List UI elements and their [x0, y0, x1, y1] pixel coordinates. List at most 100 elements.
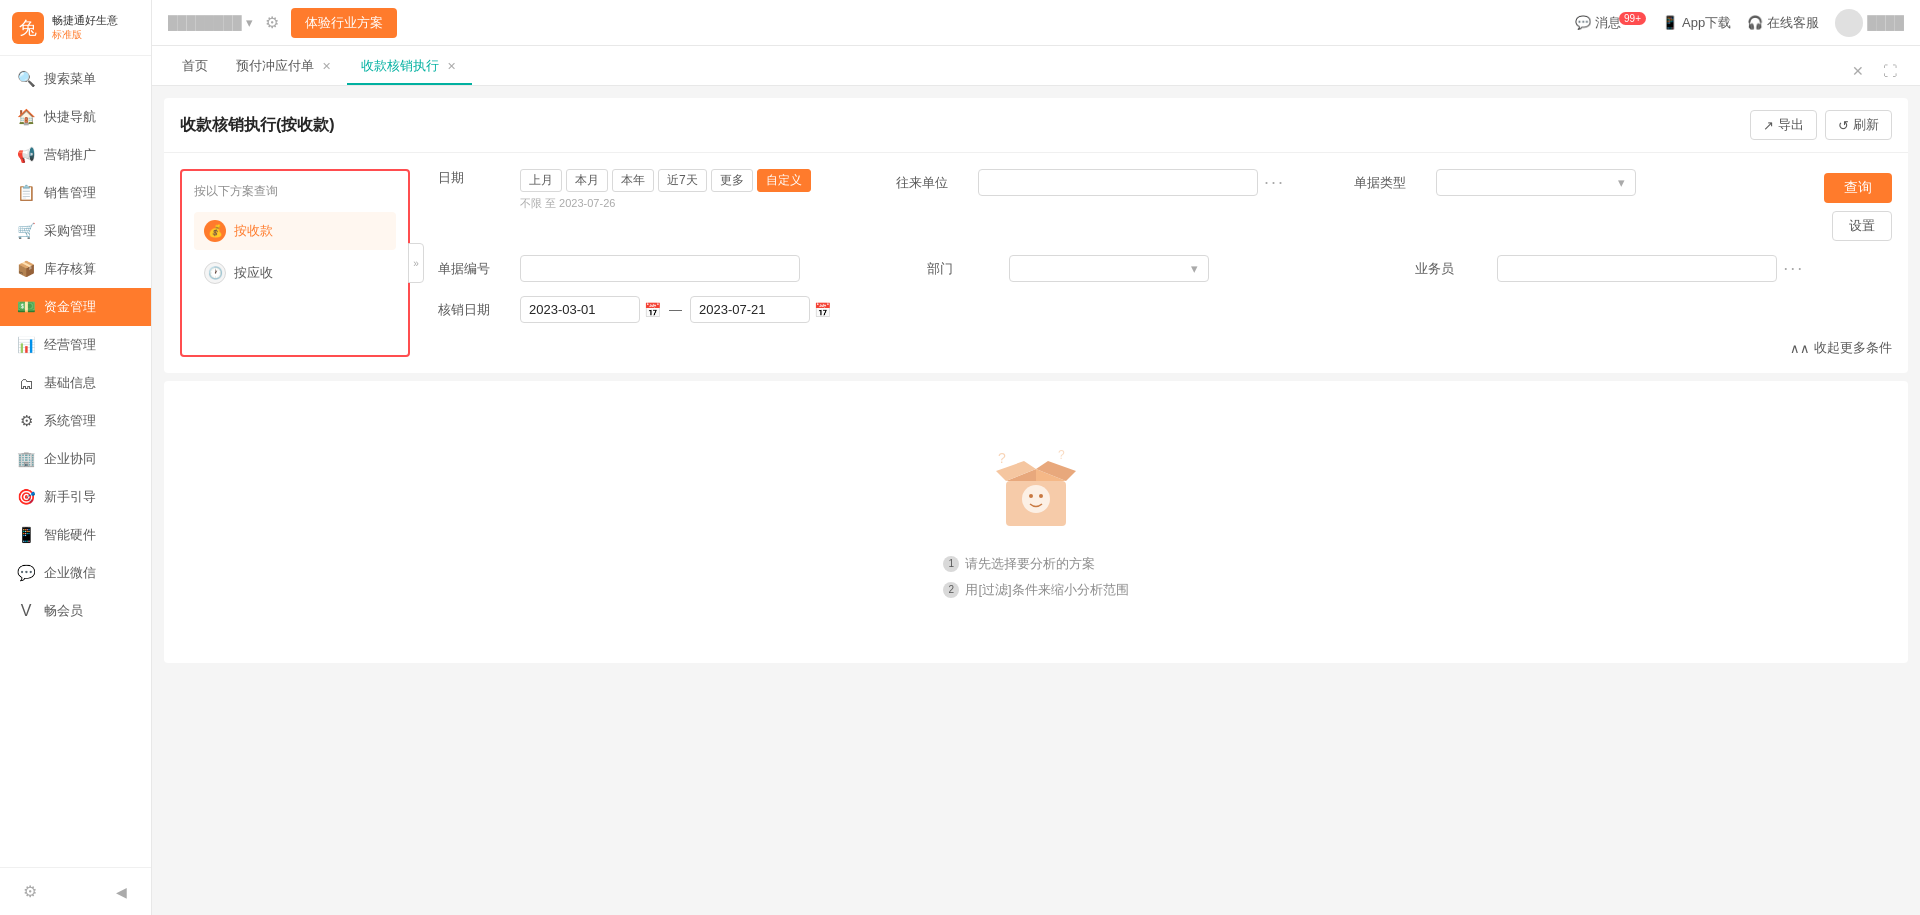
scheme-collapse-btn[interactable]: » — [408, 243, 424, 283]
date-btn-more[interactable]: 更多 — [711, 169, 753, 192]
refresh-btn[interactable]: ↺ 刷新 — [1825, 110, 1892, 140]
filter-panel: 按以下方案查询 💰 按收款 🕐 按应收 » — [164, 153, 1908, 373]
filter-section-panel: 按以下方案查询 💰 按收款 🕐 按应收 » — [180, 169, 1892, 357]
collapse-more-btn[interactable]: ∧∧ 收起更多条件 — [438, 331, 1892, 357]
finance-icon: 💵 — [16, 298, 36, 316]
salesperson-input[interactable] — [1497, 255, 1777, 282]
sidebar-item-guide[interactable]: 🎯 新手引导 — [0, 478, 151, 516]
setting-btn[interactable]: 设置 — [1832, 211, 1892, 241]
tab-close-all-btn[interactable]: ✕ — [1844, 57, 1872, 85]
verify-date-end-calendar[interactable]: 📅 — [814, 302, 831, 318]
sidebar-item-basic-info[interactable]: 🗂 基础信息 — [0, 364, 151, 402]
salesperson-dots[interactable]: ··· — [1783, 258, 1804, 279]
vip-icon: V — [16, 602, 36, 620]
app-download-btn[interactable]: 📱 App下载 — [1662, 14, 1731, 32]
sidebar-item-vip[interactable]: V 畅会员 — [0, 592, 151, 630]
counterpart-field: ··· — [978, 169, 1342, 196]
dept-row: 部门 ▾ — [927, 255, 1404, 282]
svg-text:?: ? — [1058, 448, 1065, 462]
sidebar-collapse-btn[interactable]: ◀ — [107, 878, 135, 906]
tip-num-1: 1 — [943, 556, 959, 572]
tab-receipt-writeoff-close[interactable]: ✕ — [445, 58, 458, 75]
tab-prepay[interactable]: 预付冲应付单 ✕ — [222, 49, 347, 85]
online-service-btn[interactable]: 🎧 在线客服 — [1747, 14, 1819, 32]
date-btn-this-month[interactable]: 本月 — [566, 169, 608, 192]
refresh-label: 刷新 — [1853, 116, 1879, 134]
empty-state: ? ? 1 请先选择要分析的方案 2 用[过滤]条件来缩小分析范围 — [164, 381, 1908, 663]
enterprise-icon: 🏢 — [16, 450, 36, 468]
date-btn-7days[interactable]: 近7天 — [658, 169, 707, 192]
sidebar-item-system[interactable]: ⚙ 系统管理 — [0, 402, 151, 440]
doc-no-input[interactable] — [520, 255, 800, 282]
sidebar-item-inventory[interactable]: 📦 库存核算 — [0, 250, 151, 288]
dept-select[interactable]: ▾ — [1009, 255, 1209, 282]
query-btn[interactable]: 查询 — [1824, 173, 1892, 203]
marketing-icon: 📢 — [16, 146, 36, 164]
date-row: 日期 上月 本月 本年 近7天 更多 自定义 — [438, 169, 884, 211]
svg-point-5 — [1022, 485, 1050, 513]
doc-type-row: 单据类型 ▾ — [1354, 169, 1800, 196]
industry-btn[interactable]: 体验行业方案 — [291, 8, 397, 38]
basic-info-icon: 🗂 — [16, 375, 36, 392]
app-logo-icon: 兔 — [12, 12, 44, 44]
online-service-label: 在线客服 — [1767, 14, 1819, 32]
app-name-block: 畅捷通好生意 标准版 — [52, 13, 118, 42]
tab-prepay-label: 预付冲应付单 — [236, 57, 314, 75]
inventory-icon: 📦 — [16, 260, 36, 278]
tip-text-1: 请先选择要分析的方案 — [965, 551, 1095, 577]
tip-num-2: 2 — [943, 582, 959, 598]
date-btn-last-month[interactable]: 上月 — [520, 169, 562, 192]
home-icon: 🏠 — [16, 108, 36, 126]
sidebar-item-operations[interactable]: 📊 经营管理 — [0, 326, 151, 364]
brand-name: ████████ — [168, 15, 242, 30]
sidebar-item-search[interactable]: 🔍 搜索菜单 — [0, 60, 151, 98]
date-dash: — — [669, 302, 682, 317]
sales-icon: 📋 — [16, 184, 36, 202]
message-btn[interactable]: 💬 消息 99+ — [1575, 14, 1646, 32]
user-area[interactable]: ████ — [1835, 9, 1904, 37]
sidebar-item-sales[interactable]: 📋 销售管理 — [0, 174, 151, 212]
receipt-icon: 💰 — [204, 220, 226, 242]
svg-text:?: ? — [998, 450, 1006, 466]
date-shortcuts: 上月 本月 本年 近7天 更多 自定义 — [520, 169, 811, 192]
tab-maximize-btn[interactable]: ⛶ — [1876, 57, 1904, 85]
sidebar-settings-btn[interactable]: ⚙ — [16, 878, 44, 906]
date-btn-this-year[interactable]: 本年 — [612, 169, 654, 192]
tab-home[interactable]: 首页 — [168, 49, 222, 85]
operations-icon: 📊 — [16, 336, 36, 354]
settings-btn[interactable]: ⚙ — [265, 13, 279, 32]
app-name: 畅捷通好生意 — [52, 13, 118, 28]
sidebar-item-wechat[interactable]: 💬 企业微信 — [0, 554, 151, 592]
sidebar-label-hardware: 智能硬件 — [44, 526, 96, 544]
receivable-icon: 🕐 — [204, 262, 226, 284]
system-icon: ⚙ — [16, 412, 36, 430]
sidebar-footer: ⚙ ◀ — [0, 867, 151, 915]
tab-home-label: 首页 — [182, 57, 208, 75]
verify-date-end-input[interactable] — [690, 296, 810, 323]
sidebar-item-finance[interactable]: 💵 资金管理 — [0, 288, 151, 326]
tab-prepay-close[interactable]: ✕ — [320, 58, 333, 75]
sidebar: 兔 畅捷通好生意 标准版 🔍 搜索菜单 🏠 快捷导航 📢 营销推广 📋 销售管理… — [0, 0, 152, 915]
tab-receipt-writeoff[interactable]: 收款核销执行 ✕ — [347, 49, 472, 85]
sidebar-label-basic-info: 基础信息 — [44, 374, 96, 392]
salesperson-label: 业务员 — [1415, 260, 1485, 278]
counterpart-input[interactable] — [978, 169, 1258, 196]
verify-date-start-calendar[interactable]: 📅 — [644, 302, 661, 318]
sidebar-item-marketing[interactable]: 📢 营销推广 — [0, 136, 151, 174]
sidebar-item-purchase[interactable]: 🛒 采购管理 — [0, 212, 151, 250]
filter-by-receivable-label: 按应收 — [234, 264, 273, 282]
counterpart-dots[interactable]: ··· — [1264, 172, 1285, 193]
export-btn[interactable]: ↗ 导出 — [1750, 110, 1817, 140]
sidebar-item-hardware[interactable]: 📱 智能硬件 — [0, 516, 151, 554]
filter-by-receivable[interactable]: 🕐 按应收 — [194, 254, 396, 292]
date-btn-custom[interactable]: 自定义 — [757, 169, 811, 192]
dropdown-icon[interactable]: ▾ — [246, 15, 253, 30]
sidebar-item-enterprise[interactable]: 🏢 企业协同 — [0, 440, 151, 478]
verify-date-start-input[interactable] — [520, 296, 640, 323]
filter-by-receipt[interactable]: 💰 按收款 — [194, 212, 396, 250]
sidebar-item-quick-nav[interactable]: 🏠 快捷导航 — [0, 98, 151, 136]
doc-type-label: 单据类型 — [1354, 174, 1424, 192]
filter-scheme-selector: 按以下方案查询 💰 按收款 🕐 按应收 » — [180, 169, 410, 357]
doc-type-select[interactable]: ▾ — [1436, 169, 1636, 196]
dept-label: 部门 — [927, 260, 997, 278]
